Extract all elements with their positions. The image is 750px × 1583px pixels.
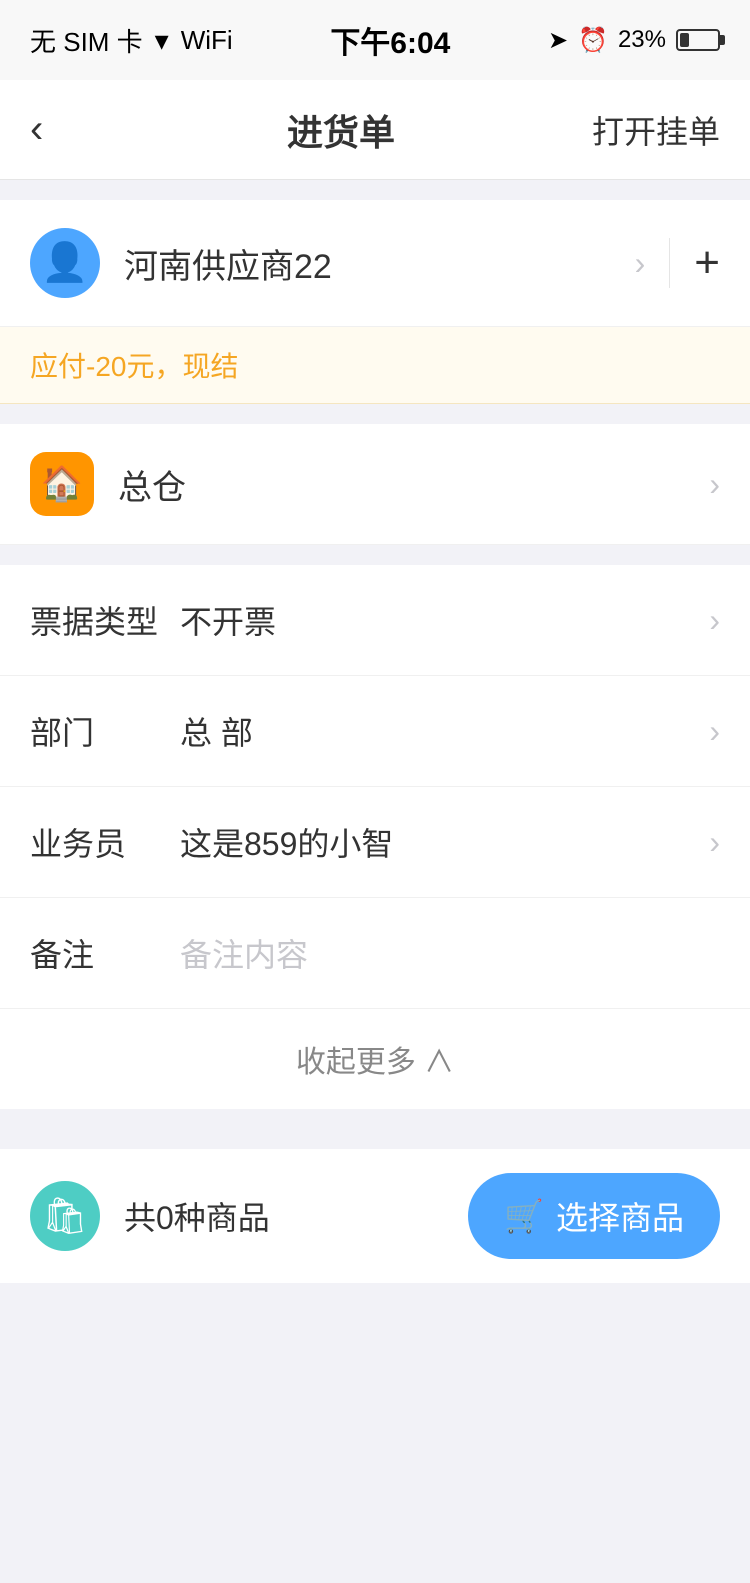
battery-percentage: 23% [618,26,666,54]
status-left: 无 SIM 卡 ▾ WiFi [30,22,233,59]
home-icon: 🏠 [41,464,83,504]
carrier-text: 无 SIM 卡 [30,22,143,59]
select-product-label: 选择商品 [556,1193,684,1239]
back-button[interactable]: ‹ [30,107,90,152]
warehouse-name: 总仓 [118,460,709,509]
open-pending-button[interactable]: 打开挂单 [592,107,720,153]
ticket-type-label: 票据类型 [30,597,160,643]
wifi-signal: WiFi [181,25,233,56]
select-product-button[interactable]: 🛒 选择商品 [468,1173,720,1259]
section-gap-3 [0,545,750,565]
supplier-name: 河南供应商22 [124,239,635,288]
remark-label: 备注 [30,930,160,976]
ticket-type-value: 不开票 [160,597,709,643]
department-label: 部门 [30,708,160,754]
location-icon: ➤ [548,26,568,55]
status-time: 下午6:04 [330,18,450,62]
status-right: ➤ ⏰ 23% [548,26,720,55]
chevron-right-icon: › [709,466,720,503]
salesman-label: 业务员 [30,819,160,865]
collapse-button[interactable]: 收起更多 ∧ [0,1008,750,1109]
shopping-bag-icon: 🛍 [42,1195,88,1237]
avatar: 👤 [30,228,100,298]
add-button[interactable]: + [694,241,720,285]
salesman-row[interactable]: 业务员 这是859的小智 › [0,787,750,898]
warehouse-section: 🏠 总仓 › [0,424,750,545]
wifi-icon: ▾ [155,24,169,57]
chevron-right-icon: › [709,602,720,639]
avatar-icon: 👤 [41,241,88,285]
warehouse-row[interactable]: 🏠 总仓 › [0,424,750,545]
battery-icon [676,29,720,51]
chevron-right-icon: › [709,713,720,750]
form-section: 票据类型 不开票 › 部门 总 部 › 业务员 这是859的小智 › 备注 备注… [0,565,750,1008]
remark-input[interactable]: 备注内容 [160,930,720,976]
vertical-divider [669,238,670,288]
chevron-right-icon: › [709,824,720,861]
alarm-icon: ⏰ [578,26,608,55]
bottom-section: 🛍 共0种商品 🛒 选择商品 [0,1149,750,1283]
select-product-icon: 🛒 [504,1197,544,1235]
section-gap-2 [0,404,750,424]
product-count: 共0种商品 [124,1193,444,1239]
warehouse-icon: 🏠 [30,452,94,516]
ticket-type-row[interactable]: 票据类型 不开票 › [0,565,750,676]
page-background [0,1283,750,1583]
page-title: 进货单 [287,104,395,156]
remark-row[interactable]: 备注 备注内容 [0,898,750,1008]
nav-bar: ‹ 进货单 打开挂单 [0,80,750,180]
section-gap-1 [0,180,750,200]
notice-banner: 应付-20元，现结 [0,327,750,404]
salesman-value: 这是859的小智 [160,819,709,865]
supplier-row[interactable]: 👤 河南供应商22 › + [0,200,750,327]
department-row[interactable]: 部门 总 部 › [0,676,750,787]
supplier-section: 👤 河南供应商22 › + 应付-20元，现结 [0,200,750,404]
product-icon-wrap: 🛍 [30,1181,100,1251]
section-gap-4 [0,1109,750,1129]
chevron-right-icon: › [635,245,646,282]
status-bar: 无 SIM 卡 ▾ WiFi 下午6:04 ➤ ⏰ 23% [0,0,750,80]
department-value: 总 部 [160,708,709,754]
